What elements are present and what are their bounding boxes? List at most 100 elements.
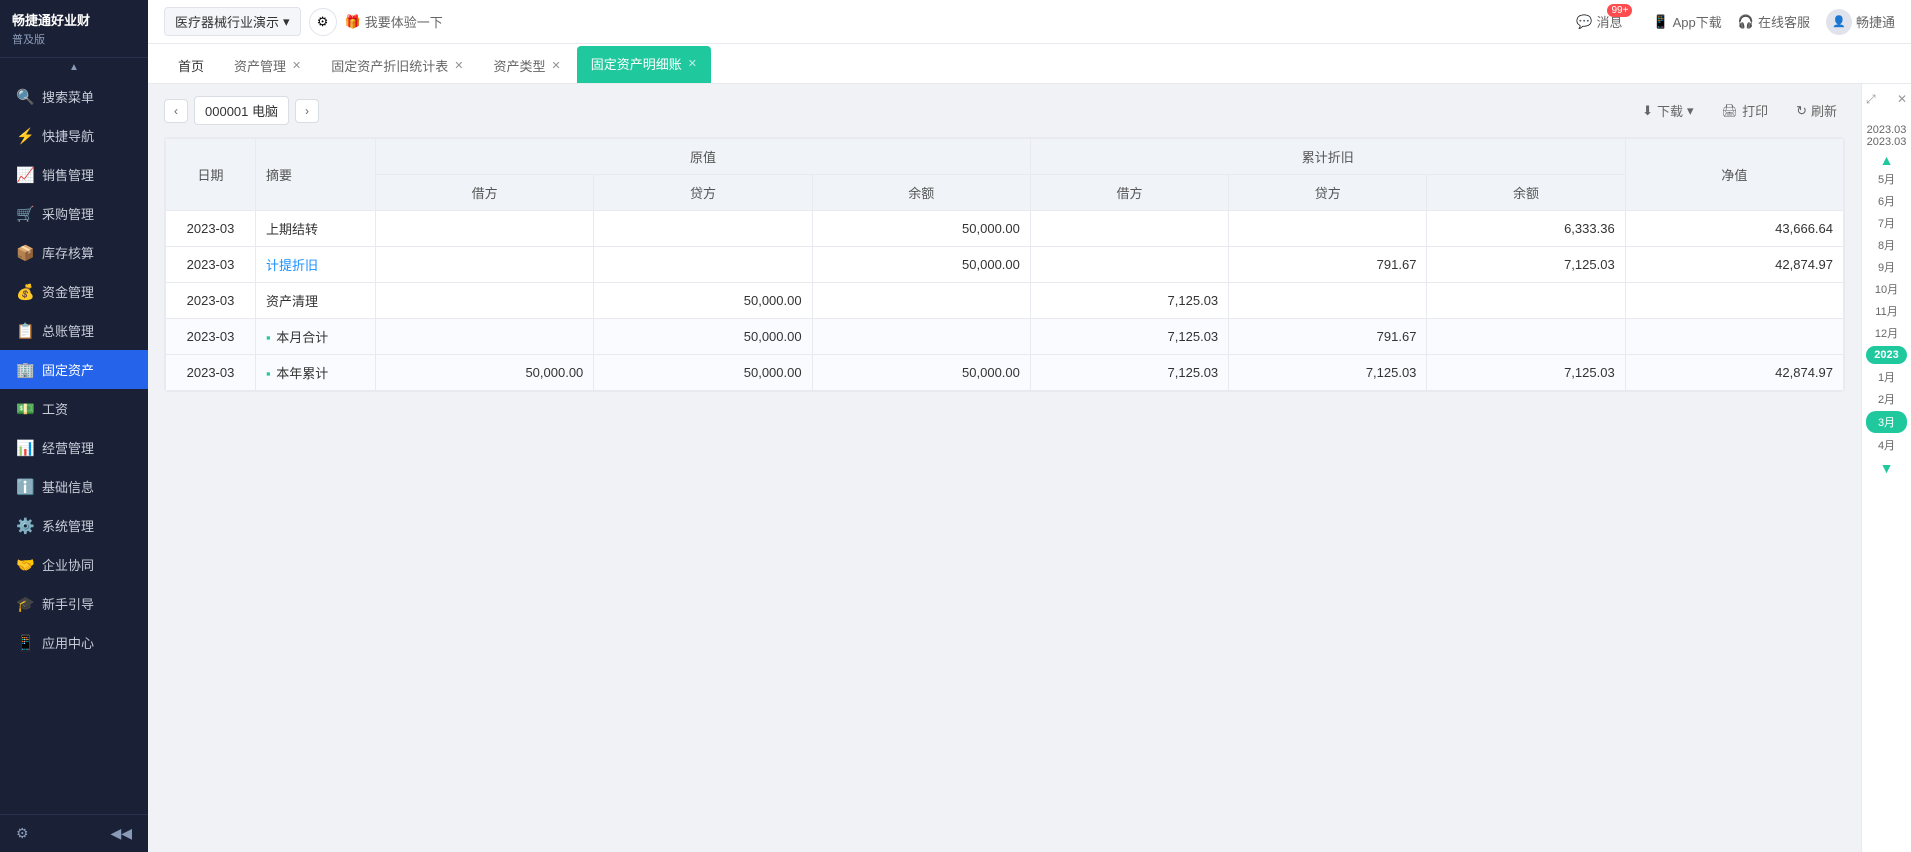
year-marker[interactable]: 2023: [1866, 346, 1907, 364]
sidebar-scroll-up[interactable]: ▲: [0, 58, 148, 77]
th-dep-balance: 余额: [1427, 175, 1625, 211]
next-asset-button[interactable]: ›: [295, 99, 319, 123]
month-item-11[interactable]: 11月: [1862, 300, 1911, 322]
tab-asset-type[interactable]: 资产类型 ✕: [479, 48, 574, 83]
year-month-label-1: 2023.03: [1867, 124, 1907, 136]
sidebar-item-basic-info[interactable]: ℹ️ 基础信息: [0, 467, 148, 506]
month-item-8[interactable]: 8月: [1862, 234, 1911, 256]
cell-orig-credit: [594, 247, 812, 283]
sidebar-item-label: 采购管理: [42, 204, 94, 223]
month-item-2[interactable]: 2月: [1862, 388, 1911, 410]
building-icon: 🏢: [16, 361, 34, 379]
asset-detail-table: 日期 摘要 原值 累计折旧 净值 借方 贷方 余额 借方 贷方 余额: [165, 138, 1844, 391]
month-item-5[interactable]: 5月: [1862, 168, 1911, 190]
table-row: 2023-03 资产清理 50,000.00 7,125.03: [166, 283, 1844, 319]
print-button[interactable]: 🖨 打印: [1714, 97, 1777, 124]
cell-dep-balance: 6,333.36: [1427, 211, 1625, 247]
sidebar-item-sales[interactable]: 📈 销售管理: [0, 155, 148, 194]
cell-orig-credit: 50,000.00: [594, 355, 812, 391]
refresh-button[interactable]: ↻ 刷新: [1788, 97, 1845, 124]
cell-dep-balance: 7,125.03: [1427, 247, 1625, 283]
prev-asset-button[interactable]: ‹: [164, 99, 188, 123]
company-settings-button[interactable]: ⚙: [309, 8, 337, 36]
sidebar-item-operations[interactable]: 📊 经营管理: [0, 428, 148, 467]
user-menu[interactable]: 👤 畅捷通: [1826, 9, 1895, 35]
cell-dep-balance: 7,125.03: [1427, 355, 1625, 391]
tab-close-icon[interactable]: ✕: [292, 59, 301, 72]
sidebar-item-label: 企业协同: [42, 555, 94, 574]
detail-table: 日期 摘要 原值 累计折旧 净值 借方 贷方 余额 借方 贷方 余额: [164, 137, 1845, 392]
username-label: 畅捷通: [1856, 12, 1895, 31]
app-download-button[interactable]: 📱 App下载: [1652, 12, 1721, 31]
cell-net-value: 42,874.97: [1625, 247, 1843, 283]
sidebar-item-label: 基础信息: [42, 477, 94, 496]
topbar: 医疗器械行业演示 ▾ ⚙ 🎁 我要体验一下 💬 消息 99+ 📱 App下载: [148, 0, 1911, 44]
sidebar-item-label: 资金管理: [42, 282, 94, 301]
topbar-right: 💬 消息 99+ 📱 App下载 🎧 在线客服 👤 畅捷通: [1576, 9, 1895, 35]
toolbar-row: ‹ 000001 电脑 › ⬇ 下载 ▾ 🖨 打印 ↻: [164, 96, 1845, 125]
tab-home[interactable]: 首页: [164, 48, 218, 83]
total-icon: ▪: [266, 366, 271, 381]
right-panel-arrow-up[interactable]: ▲: [1880, 152, 1894, 168]
month-item-7[interactable]: 7月: [1862, 212, 1911, 234]
sidebar-item-salary[interactable]: 💵 工资: [0, 389, 148, 428]
sidebar-item-system[interactable]: ⚙️ 系统管理: [0, 506, 148, 545]
message-button[interactable]: 💬 消息 99+: [1576, 12, 1622, 31]
th-dep-debit: 借方: [1030, 175, 1228, 211]
cell-date: 2023-03: [166, 283, 256, 319]
th-orig-credit: 贷方: [594, 175, 812, 211]
sidebar-item-purchase[interactable]: 🛒 采购管理: [0, 194, 148, 233]
subtotal-label: 本月合计: [276, 330, 328, 345]
settings-footer-icon[interactable]: ⚙: [16, 825, 29, 842]
sidebar-item-label: 固定资产: [42, 360, 94, 379]
month-item-1[interactable]: 1月: [1862, 366, 1911, 388]
service-icon: 🎧: [1738, 14, 1754, 30]
sidebar-item-fixed-assets[interactable]: 🏢 固定资产: [0, 350, 148, 389]
customer-service-button[interactable]: 🎧 在线客服: [1738, 12, 1810, 31]
total-label: 本年累计: [276, 366, 328, 381]
app-download-label: App下载: [1673, 12, 1722, 31]
ops-icon: 📊: [16, 439, 34, 457]
sidebar-item-collab[interactable]: 🤝 企业协同: [0, 545, 148, 584]
sidebar-item-quicknav[interactable]: ⚡ 快捷导航: [0, 116, 148, 155]
content-main: ‹ 000001 电脑 › ⬇ 下载 ▾ 🖨 打印 ↻: [148, 84, 1861, 852]
experience-button[interactable]: 🎁 我要体验一下: [345, 12, 443, 31]
sidebar-item-search[interactable]: 🔍 搜索菜单: [0, 77, 148, 116]
right-panel-arrow-down[interactable]: ▼: [1880, 460, 1894, 476]
sidebar-item-guide[interactable]: 🎓 新手引导: [0, 584, 148, 623]
th-accumulated-dep: 累计折旧: [1030, 139, 1625, 175]
company-selector[interactable]: 医疗器械行业演示 ▾: [164, 7, 301, 36]
chevron-up-icon: ▲: [69, 62, 79, 73]
month-item-9[interactable]: 9月: [1862, 256, 1911, 278]
cell-net-value: [1625, 283, 1843, 319]
right-panel-close-button[interactable]: ✕: [1897, 92, 1907, 106]
cell-dep-balance: [1427, 319, 1625, 355]
tab-close-icon[interactable]: ✕: [454, 59, 463, 72]
tab-asset-mgmt[interactable]: 资产管理 ✕: [220, 48, 315, 83]
month-item-4[interactable]: 4月: [1862, 434, 1911, 456]
download-button[interactable]: ⬇ 下载 ▾: [1634, 97, 1701, 124]
month-item-10[interactable]: 10月: [1862, 278, 1911, 300]
cell-orig-debit: [376, 283, 594, 319]
tab-close-icon[interactable]: ✕: [552, 59, 561, 72]
tab-close-icon[interactable]: ✕: [688, 57, 697, 70]
cell-dep-debit: 7,125.03: [1030, 319, 1228, 355]
experience-label: 我要体验一下: [365, 12, 443, 31]
collapse-icon[interactable]: ◀◀: [110, 825, 132, 842]
info-icon: ℹ️: [16, 478, 34, 496]
sidebar-header: 畅捷通好业财 普及版: [0, 0, 148, 58]
tab-depreciation[interactable]: 固定资产折旧统计表 ✕: [317, 48, 477, 83]
sidebar-item-ledger[interactable]: 📋 总账管理: [0, 311, 148, 350]
sidebar-item-inventory[interactable]: 📦 库存核算: [0, 233, 148, 272]
table-row: 2023-03 上期结转 50,000.00 6,333.36 43,666.6…: [166, 211, 1844, 247]
sidebar-item-appstore[interactable]: 📱 应用中心: [0, 623, 148, 662]
month-item-12[interactable]: 12月: [1862, 322, 1911, 344]
th-date: 日期: [166, 139, 256, 211]
tab-asset-detail[interactable]: 固定资产明细账 ✕: [577, 46, 711, 83]
sidebar-item-finance[interactable]: 💰 资金管理: [0, 272, 148, 311]
tab-asset-mgmt-label: 资产管理: [234, 56, 286, 75]
month-item-3[interactable]: 3月: [1866, 411, 1907, 433]
subtotal-icon: ▪: [266, 330, 271, 345]
month-item-6[interactable]: 6月: [1862, 190, 1911, 212]
right-panel-expand-button[interactable]: ⤢: [1866, 92, 1876, 107]
